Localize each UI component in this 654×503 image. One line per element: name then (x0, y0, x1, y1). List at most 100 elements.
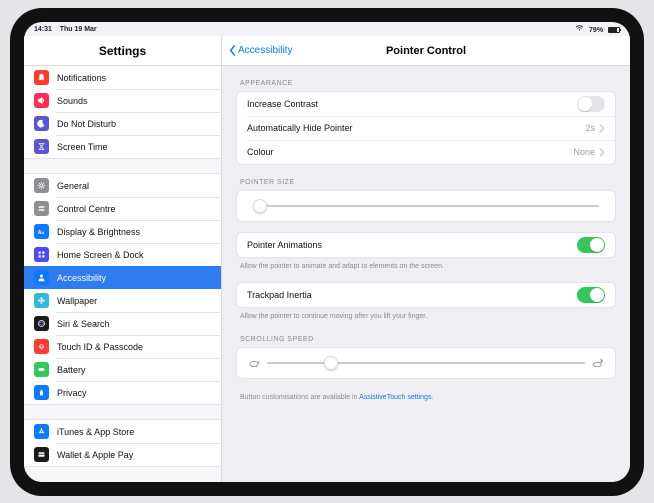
sidebar-item-notifications[interactable]: Notifications (24, 66, 221, 89)
grid-icon (34, 247, 49, 262)
sidebar-item-label: Wallet & Apple Pay (57, 450, 133, 460)
sidebar-item-wallet[interactable]: Wallet & Apple Pay (24, 443, 221, 466)
speaker-icon (34, 93, 49, 108)
status-left: 14:31 Thu 19 Mar (34, 26, 97, 33)
wifi-icon (575, 27, 586, 34)
increase-contrast-toggle[interactable] (577, 96, 605, 112)
back-button[interactable]: Accessibility (222, 45, 298, 56)
sidebar-item-dnd[interactable]: Do Not Disturb (24, 112, 221, 135)
assistivetouch-link[interactable]: AssistiveTouch settings (359, 394, 431, 401)
scroll-speed-slider[interactable] (267, 362, 585, 364)
trackpad-inertia-row: Trackpad Inertia (237, 283, 615, 307)
moon-icon (34, 116, 49, 131)
hand-icon (34, 385, 49, 400)
pointer-size-cell (237, 191, 615, 221)
wallet-icon (34, 447, 49, 462)
sidebar-item-sounds[interactable]: Sounds (24, 89, 221, 112)
appstore-icon (34, 424, 49, 439)
trackpad-inertia-group: Trackpad Inertia (236, 282, 616, 308)
sidebar-title: Settings (24, 36, 221, 66)
sidebar-item-wallpaper[interactable]: Wallpaper (24, 289, 221, 312)
sidebar-item-siri[interactable]: Siri & Search (24, 312, 221, 335)
sidebar-item-controlcentre[interactable]: Control Centre (24, 197, 221, 220)
sidebar-item-label: Siri & Search (57, 319, 110, 329)
sidebar-item-display[interactable]: AA Display & Brightness (24, 220, 221, 243)
battery-icon (34, 362, 49, 377)
sidebar-item-label: Sounds (57, 96, 88, 106)
pointer-anim-label: Pointer Animations (247, 240, 322, 250)
status-bar: 14:31 Thu 19 Mar 79% (24, 22, 630, 36)
turtle-icon (247, 358, 261, 368)
increase-contrast-row: Increase Contrast (237, 92, 615, 116)
sidebar-item-label: Notifications (57, 73, 106, 83)
auto-hide-row[interactable]: Automatically Hide Pointer 2s (237, 116, 615, 140)
sidebar-item-accessibility[interactable]: Accessibility (24, 266, 221, 289)
sidebar-scroll[interactable]: Notifications Sounds Do Not Disturb Screen … (24, 66, 221, 482)
colour-value: None (573, 147, 595, 157)
switches-icon (34, 201, 49, 216)
person-icon (34, 270, 49, 285)
pointer-anim-row: Pointer Animations (237, 233, 615, 257)
siri-icon (34, 316, 49, 331)
flower-icon (34, 293, 49, 308)
pointer-size-header: POINTER SIZE (240, 179, 612, 186)
sidebar-item-label: Accessibility (57, 273, 106, 283)
sidebar-item-itunes[interactable]: iTunes & App Store (24, 420, 221, 443)
gear-icon (34, 178, 49, 193)
detail-body[interactable]: APPEARANCE Increase Contrast Automatical… (222, 66, 630, 482)
bell-icon (34, 70, 49, 85)
sidebar-item-home[interactable]: Home Screen & Dock (24, 243, 221, 266)
chevron-right-icon (599, 124, 605, 133)
auto-hide-label: Automatically Hide Pointer (247, 123, 353, 133)
sidebar-item-label: Wallpaper (57, 296, 97, 306)
sidebar-item-label: Do Not Disturb (57, 119, 116, 129)
colour-row[interactable]: Colour None (237, 140, 615, 164)
footer-note: Button customisations are available in A… (240, 393, 612, 403)
chevron-right-icon (599, 148, 605, 157)
footer-prefix: Button customisations are available in (240, 394, 359, 401)
sidebar: Settings Notifications Sounds Do Not Distu… (24, 36, 222, 482)
pointer-size-group (236, 190, 616, 222)
scroll-speed-group (236, 347, 616, 379)
fingerprint-icon (34, 339, 49, 354)
sidebar-item-label: General (57, 181, 89, 191)
status-time: 14:31 (34, 26, 52, 33)
sidebar-item-label: Control Centre (57, 204, 116, 214)
scroll-speed-cell (237, 348, 615, 378)
hourglass-icon (34, 139, 49, 154)
back-label: Accessibility (238, 45, 292, 56)
sidebar-item-label: Display & Brightness (57, 227, 140, 237)
sidebar-item-screentime[interactable]: Screen Time (24, 135, 221, 158)
status-date: Thu 19 Mar (60, 26, 97, 33)
battery-icon (608, 27, 620, 33)
detail-pane: Accessibility Pointer Control APPEARANCE… (222, 36, 630, 482)
sidebar-item-label: Screen Time (57, 142, 108, 152)
trackpad-inertia-note: Allow the pointer to continue moving aft… (240, 312, 612, 322)
sidebar-item-battery[interactable]: Battery (24, 358, 221, 381)
sidebar-item-general[interactable]: General (24, 174, 221, 197)
pointer-anim-toggle[interactable] (577, 237, 605, 253)
pointer-anim-note: Allow the pointer to animate and adapt t… (240, 262, 612, 272)
sidebar-item-privacy[interactable]: Privacy (24, 381, 221, 404)
scroll-speed-header: SCROLLING SPEED (240, 336, 612, 343)
status-right: 79% (572, 25, 620, 34)
hare-icon (591, 358, 605, 368)
sidebar-item-label: iTunes & App Store (57, 427, 134, 437)
sidebar-item-label: Touch ID & Passcode (57, 342, 143, 352)
pointer-size-slider[interactable] (253, 205, 599, 207)
colour-label: Colour (247, 147, 274, 157)
increase-contrast-label: Increase Contrast (247, 99, 318, 109)
battery-pct: 79% (589, 27, 603, 34)
textsize-icon: AA (34, 224, 49, 239)
slider-knob[interactable] (324, 356, 338, 370)
trackpad-inertia-toggle[interactable] (577, 287, 605, 303)
appearance-group: Increase Contrast Automatically Hide Poi… (236, 91, 616, 165)
sidebar-item-label: Battery (57, 365, 86, 375)
device-frame: 14:31 Thu 19 Mar 79% Settings Notificati… (10, 8, 644, 496)
pointer-anim-group: Pointer Animations (236, 232, 616, 258)
screen: 14:31 Thu 19 Mar 79% Settings Notificati… (24, 22, 630, 482)
sidebar-item-touchid[interactable]: Touch ID & Passcode (24, 335, 221, 358)
slider-knob[interactable] (253, 199, 267, 213)
trackpad-inertia-label: Trackpad Inertia (247, 290, 312, 300)
appearance-header: APPEARANCE (240, 80, 612, 87)
